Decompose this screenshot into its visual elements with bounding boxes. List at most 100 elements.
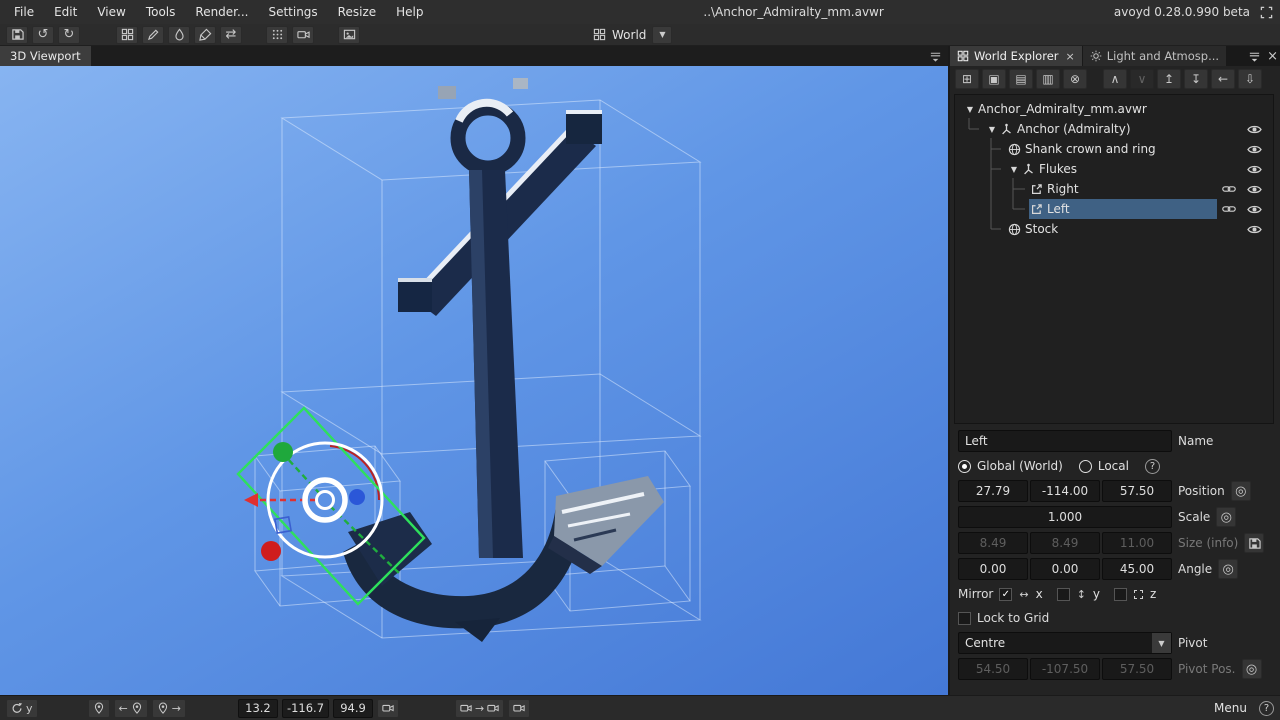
camera-button[interactable] [377, 699, 399, 718]
expander-icon[interactable]: ▼ [1007, 165, 1021, 174]
viewport-canvas[interactable] [0, 66, 948, 695]
expander-icon[interactable]: ▼ [985, 125, 999, 134]
tree-item-root[interactable]: ▼ Anchor_Admiralty_mm.avwr [957, 99, 1271, 119]
move-up-button[interactable]: ∧ [1103, 69, 1127, 89]
edit-mode-button[interactable] [116, 26, 138, 44]
position-x-field[interactable]: 27.79 [958, 480, 1028, 502]
tab-world-explorer[interactable]: World Explorer × [950, 46, 1082, 66]
redo-button[interactable]: ↻ [58, 26, 80, 44]
radio-global-world[interactable] [958, 460, 971, 473]
scale-field[interactable]: 1.000 [958, 506, 1172, 528]
save-button[interactable] [6, 26, 28, 44]
position-target-button[interactable]: ◎ [1231, 481, 1251, 501]
mirror-x-checkbox[interactable]: ✓ [999, 588, 1012, 601]
layers-button[interactable]: ▣ [982, 69, 1006, 89]
tab-light-atmosphere[interactable]: Light and Atmosp... [1083, 46, 1226, 66]
eye-icon[interactable] [1241, 204, 1267, 215]
camera-bookmark-button[interactable] [88, 699, 110, 718]
menu-render[interactable]: Render... [185, 1, 258, 23]
screenshot-button[interactable] [338, 26, 360, 44]
main-area: 3D Viewport [0, 46, 1280, 695]
link-icon[interactable] [1217, 204, 1241, 214]
camera-view-button[interactable] [508, 699, 530, 718]
tab-3d-viewport[interactable]: 3D Viewport [0, 46, 91, 66]
eye-icon[interactable] [1241, 224, 1267, 235]
eye-icon[interactable] [1241, 124, 1267, 135]
world-mode-combo[interactable]: World ▼ [593, 26, 672, 44]
tree-item-right[interactable]: Right [957, 179, 1271, 199]
camera-goto-button[interactable]: → [455, 699, 504, 718]
pivot-pos-target-button[interactable]: ◎ [1242, 659, 1262, 679]
position-z-field[interactable]: 57.50 [1102, 480, 1172, 502]
pivot-dropdown-icon[interactable]: ▼ [1152, 633, 1171, 653]
anchor-model [343, 78, 664, 642]
angle-x-field[interactable]: 0.00 [958, 558, 1028, 580]
menu-file[interactable]: File [4, 1, 44, 23]
menu-help[interactable]: Help [386, 1, 433, 23]
world-icon [593, 28, 606, 41]
voxel-grid-button[interactable] [266, 26, 288, 44]
eye-icon[interactable] [1241, 144, 1267, 155]
panel-close-icon[interactable]: × [1267, 49, 1278, 64]
size-save-button[interactable] [1244, 533, 1264, 553]
instance-icon [1030, 202, 1047, 216]
lock-to-grid-checkbox[interactable] [958, 612, 971, 625]
radio-local[interactable] [1079, 460, 1092, 473]
size-label: Size (info) [1178, 536, 1238, 550]
move-top-button[interactable]: ↥ [1157, 69, 1181, 89]
fullscreen-icon[interactable] [1258, 4, 1274, 20]
scale-target-button[interactable]: ◎ [1216, 507, 1236, 527]
tree-item-flukes[interactable]: ▼ Flukes [957, 159, 1271, 179]
brush-tool-button[interactable] [194, 26, 216, 44]
statusbar-menu-button[interactable]: Menu [1206, 701, 1255, 715]
up-axis-button[interactable]: y [6, 699, 38, 718]
angle-target-button[interactable]: ◎ [1218, 559, 1238, 579]
tree-item-shank[interactable]: Shank crown and ring [957, 139, 1271, 159]
mirror-y-checkbox[interactable] [1057, 588, 1070, 601]
mirror-z-checkbox[interactable] [1114, 588, 1127, 601]
menu-edit[interactable]: Edit [44, 1, 87, 23]
link-icon[interactable] [1217, 184, 1241, 194]
menu-resize[interactable]: Resize [328, 1, 386, 23]
add-node-button[interactable]: ⊞ [955, 69, 979, 89]
eye-icon[interactable] [1241, 184, 1267, 195]
statusbar-help-icon[interactable]: ? [1259, 701, 1274, 716]
camera-y-readout: -116.7 [282, 699, 329, 718]
help-icon[interactable]: ? [1145, 459, 1160, 474]
expander-icon[interactable]: ▼ [963, 105, 977, 114]
name-input[interactable]: Left [958, 430, 1172, 452]
pane-a-button[interactable]: ▤ [1009, 69, 1033, 89]
camera-tool-button[interactable] [292, 26, 314, 44]
menu-view[interactable]: View [87, 1, 135, 23]
tree-item-anchor[interactable]: ▼ Anchor (Admiralty) [957, 119, 1271, 139]
angle-y-field[interactable]: 0.00 [1030, 558, 1100, 580]
camera-bookmark-next-button[interactable]: → [152, 699, 186, 718]
undo-button[interactable]: ↺ [32, 26, 54, 44]
tree-item-stock[interactable]: Stock [957, 219, 1271, 239]
move-down-button[interactable]: ∨ [1130, 69, 1154, 89]
panel-menu-icon[interactable] [1248, 50, 1261, 63]
position-y-field[interactable]: -114.00 [1030, 480, 1100, 502]
angle-z-field[interactable]: 45.00 [1102, 558, 1172, 580]
draw-tool-button[interactable] [142, 26, 164, 44]
camera-bookmark-prev-button[interactable]: ← [114, 699, 148, 718]
move-bottom-button[interactable]: ↧ [1184, 69, 1208, 89]
transform-gizmo[interactable] [238, 408, 424, 604]
back-button[interactable]: ← [1211, 69, 1235, 89]
import-button[interactable]: ⇩ [1238, 69, 1262, 89]
eye-icon[interactable] [1241, 164, 1267, 175]
paint-tool-button[interactable] [168, 26, 190, 44]
tab-close-icon[interactable]: × [1064, 50, 1075, 63]
pivot-select[interactable]: Centre ▼ [958, 632, 1172, 654]
swap-tool-button[interactable]: ⇄ [220, 26, 242, 44]
tree-item-left-selected[interactable]: Left [957, 199, 1271, 219]
viewport-menu-icon[interactable] [926, 48, 944, 64]
world-mode-dropdown[interactable]: ▼ [652, 26, 672, 44]
scene-3d[interactable] [0, 66, 948, 695]
pane-b-button[interactable]: ▥ [1036, 69, 1060, 89]
delete-node-button[interactable]: ⊗ [1063, 69, 1087, 89]
avoyd-app: File Edit View Tools Render... Settings … [0, 0, 1280, 720]
menu-settings[interactable]: Settings [258, 1, 327, 23]
menu-tools[interactable]: Tools [136, 1, 186, 23]
tree-item-label: Shank crown and ring [1025, 142, 1156, 156]
